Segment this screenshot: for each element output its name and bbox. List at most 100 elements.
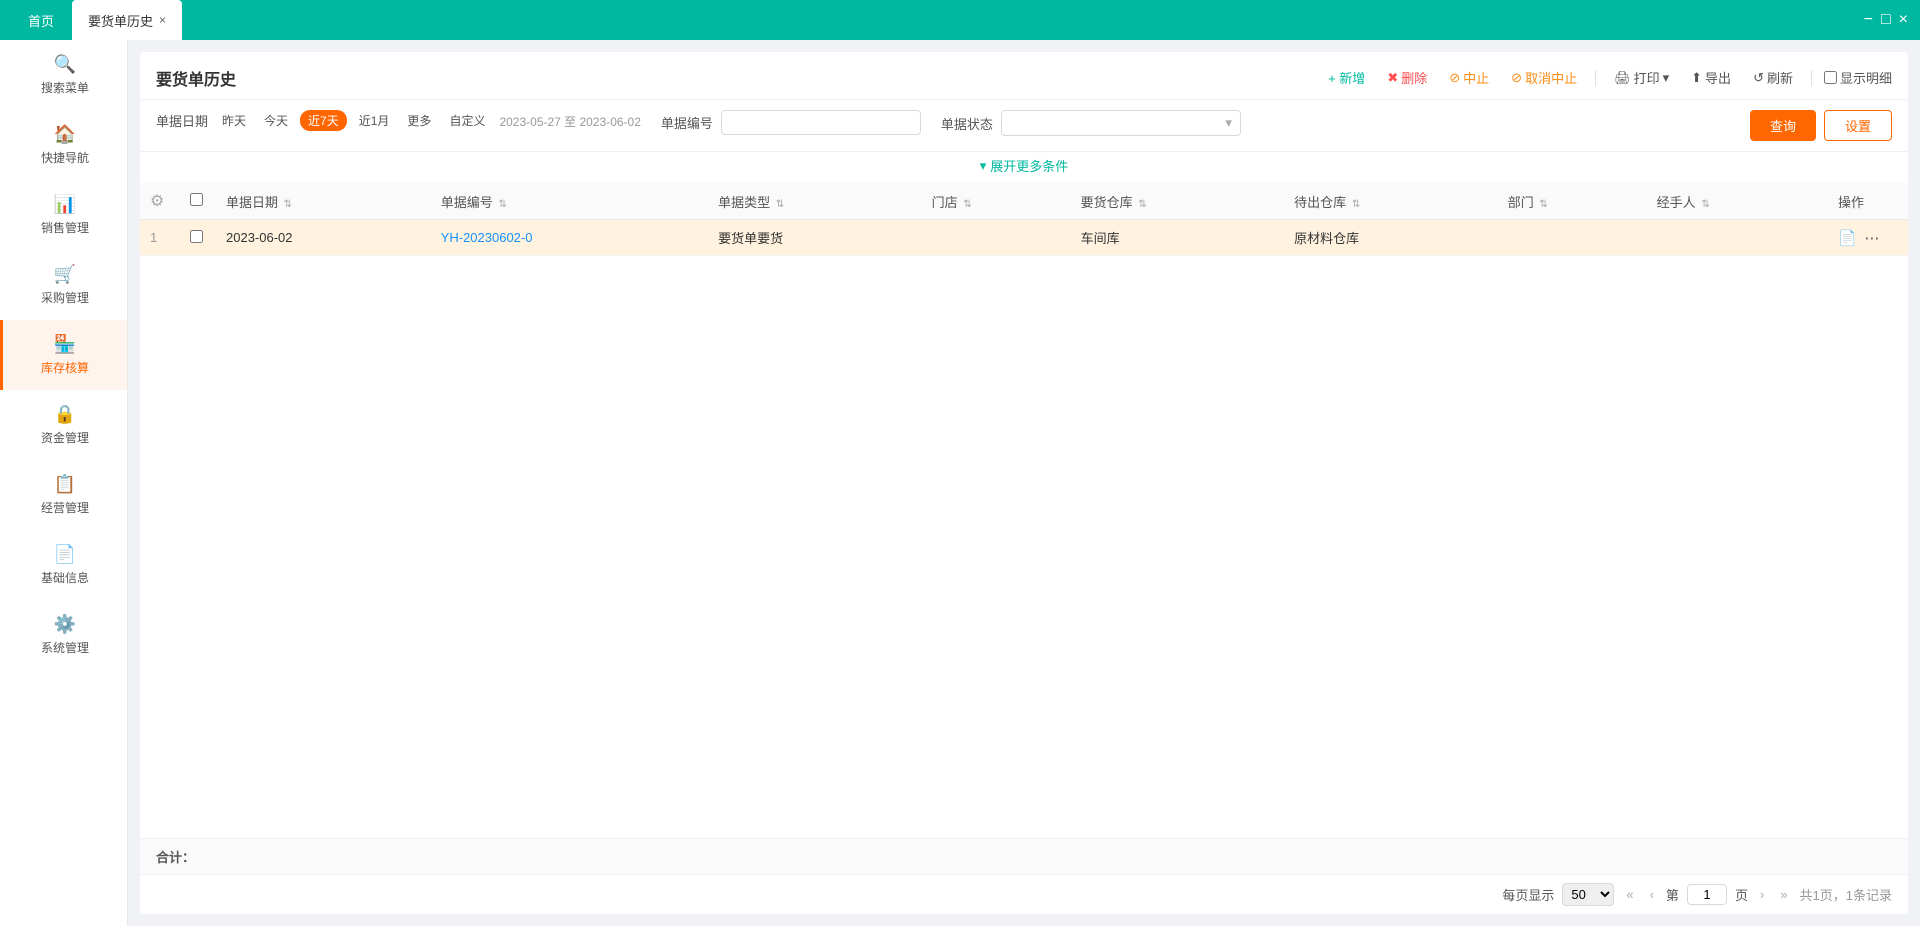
sidebar-item-sales-mgmt[interactable]: 📊 销售管理 bbox=[0, 180, 127, 250]
sidebar-item-basic-info[interactable]: 📄 基础信息 bbox=[0, 530, 127, 600]
maximize-icon[interactable]: □ bbox=[1881, 11, 1891, 29]
row-handler bbox=[1647, 220, 1828, 256]
sidebar-item-operations-mgmt[interactable]: 📋 经营管理 bbox=[0, 460, 127, 530]
select-all-checkbox[interactable] bbox=[190, 193, 203, 206]
col-doc-type: 单据类型 ⇅ bbox=[708, 183, 922, 220]
row-view-button[interactable]: 📄 bbox=[1838, 229, 1857, 247]
doc-status-filter-group: 单据状态 ▾ bbox=[941, 110, 1241, 136]
sidebar: 🔍 搜索菜单 🏠 快捷导航 📊 销售管理 🛒 采购管理 🏪 库存核算 🔒 资金管… bbox=[0, 40, 128, 926]
page-size-select[interactable]: 50 20 100 bbox=[1562, 883, 1614, 906]
sort-doc-number-icon[interactable]: ⇅ bbox=[498, 199, 506, 210]
row-doc-type: 要货单要货 bbox=[708, 220, 922, 256]
refresh-button[interactable]: ↺ 刷新 bbox=[1747, 64, 1799, 91]
print-icon: 🖨 bbox=[1614, 70, 1631, 86]
prev-page-button[interactable]: ‹ bbox=[1646, 885, 1658, 904]
sidebar-item-finance-mgmt[interactable]: 🔒 资金管理 bbox=[0, 390, 127, 460]
export-icon: ⬆ bbox=[1691, 70, 1702, 86]
date-filter-group: 单据日期 昨天 今天 近7天 近1月 更多 自定义 2023-05-27 至 2… bbox=[156, 110, 641, 131]
status-dropdown-icon: ▾ bbox=[1225, 115, 1232, 131]
finance-icon: 🔒 bbox=[54, 404, 76, 425]
page-unit: 页 bbox=[1735, 885, 1748, 904]
expand-more-button[interactable]: ▾ 展开更多条件 bbox=[156, 156, 1892, 175]
header-actions: + 新增 ✖ 删除 ⊘ 中止 ⊘ 取消中止 🖨 bbox=[1322, 64, 1892, 91]
row-store bbox=[922, 220, 1071, 256]
row-req-warehouse: 车间库 bbox=[1071, 220, 1285, 256]
doc-number-link[interactable]: YH-20230602-0 bbox=[441, 230, 533, 245]
col-pending-warehouse: 待出仓库 ⇅ bbox=[1284, 183, 1498, 220]
table-header-row: ⚙ 单据日期 ⇅ 单据编号 ⇅ bbox=[140, 183, 1908, 220]
sort-dept-icon[interactable]: ⇅ bbox=[1539, 199, 1547, 210]
table-wrapper: ⚙ 单据日期 ⇅ 单据编号 ⇅ bbox=[140, 183, 1908, 838]
top-bar: 首页 要货单历史 × − □ × bbox=[0, 0, 1920, 40]
date-custom[interactable]: 自定义 bbox=[443, 110, 491, 131]
column-settings-button[interactable]: ⚙ bbox=[150, 191, 164, 211]
date-range-display: 2023-05-27 至 2023-06-02 bbox=[499, 113, 640, 130]
date-today[interactable]: 今天 bbox=[258, 110, 294, 131]
col-doc-number: 单据编号 ⇅ bbox=[431, 183, 708, 220]
filter-settings-button[interactable]: 设置 bbox=[1824, 110, 1892, 141]
col-department: 部门 ⇅ bbox=[1498, 183, 1647, 220]
tab-home[interactable]: 首页 bbox=[12, 0, 70, 40]
doc-number-input[interactable] bbox=[721, 110, 921, 135]
date-filter-label: 单据日期 bbox=[156, 111, 208, 130]
close-window-icon[interactable]: × bbox=[1899, 11, 1908, 29]
sidebar-item-quick-nav[interactable]: 🏠 快捷导航 bbox=[0, 110, 127, 180]
display-detail-input[interactable] bbox=[1824, 71, 1837, 84]
main-layout: 🔍 搜索菜单 🏠 快捷导航 📊 销售管理 🛒 采购管理 🏪 库存核算 🔒 资金管… bbox=[0, 40, 1920, 926]
query-button[interactable]: 查询 bbox=[1750, 110, 1816, 141]
requisition-table: ⚙ 单据日期 ⇅ 单据编号 ⇅ bbox=[140, 183, 1908, 256]
next-page-button[interactable]: › bbox=[1756, 885, 1768, 904]
row-operations: 📄 ⋯ bbox=[1828, 220, 1908, 256]
first-page-button[interactable]: « bbox=[1622, 885, 1637, 904]
col-checkbox bbox=[180, 183, 216, 220]
sort-pending-warehouse-icon[interactable]: ⇅ bbox=[1352, 199, 1360, 210]
table-row: 1 2023-06-02 YH-20230602-0 要货单要货 车间库 原材料… bbox=[140, 220, 1908, 256]
date-1month[interactable]: 近1月 bbox=[353, 110, 396, 131]
filter-actions: 查询 设置 bbox=[1750, 110, 1892, 141]
inventory-icon: 🏪 bbox=[54, 334, 76, 355]
pagination: 每页显示 50 20 100 « ‹ 第 页 › » 共1页，1条记录 bbox=[140, 874, 1908, 914]
sort-doc-date-icon[interactable]: ⇅ bbox=[284, 199, 292, 210]
sort-doc-type-icon[interactable]: ⇅ bbox=[776, 199, 784, 210]
page-number-input[interactable] bbox=[1687, 884, 1727, 905]
sidebar-item-purchase-mgmt[interactable]: 🛒 采购管理 bbox=[0, 250, 127, 320]
delete-button[interactable]: ✖ 删除 bbox=[1381, 64, 1433, 91]
page-header: 要货单历史 + 新增 ✖ 删除 ⊘ 中止 ⊘ 取消中止 bbox=[140, 52, 1908, 100]
col-operation: 操作 bbox=[1828, 183, 1908, 220]
sort-handler-icon[interactable]: ⇅ bbox=[1701, 199, 1709, 210]
tab-close-icon[interactable]: × bbox=[159, 13, 166, 27]
sort-store-icon[interactable]: ⇅ bbox=[963, 199, 971, 210]
sidebar-item-search-menu[interactable]: 🔍 搜索菜单 bbox=[0, 40, 127, 110]
sidebar-item-inventory[interactable]: 🏪 库存核算 bbox=[0, 320, 127, 390]
operations-icon: 📋 bbox=[54, 474, 76, 495]
date-more[interactable]: 更多 bbox=[401, 110, 437, 131]
date-yesterday[interactable]: 昨天 bbox=[216, 110, 252, 131]
cancel-stop-button[interactable]: ⊘ 取消中止 bbox=[1505, 64, 1583, 91]
last-page-button[interactable]: » bbox=[1776, 885, 1791, 904]
sort-req-warehouse-icon[interactable]: ⇅ bbox=[1138, 199, 1146, 210]
refresh-icon: ↺ bbox=[1753, 70, 1764, 86]
doc-number-filter-group: 单据编号 bbox=[661, 110, 921, 135]
doc-status-select[interactable]: ▾ bbox=[1001, 110, 1241, 136]
stop-icon: ⊘ bbox=[1449, 70, 1460, 86]
minimize-icon[interactable]: − bbox=[1864, 11, 1873, 29]
display-detail-checkbox[interactable]: 显示明细 bbox=[1824, 68, 1892, 87]
print-dropdown-icon: ▾ bbox=[1663, 70, 1670, 86]
new-button[interactable]: + 新增 bbox=[1322, 64, 1371, 91]
row-more-button[interactable]: ⋯ bbox=[1864, 229, 1879, 247]
date-7days[interactable]: 近7天 bbox=[300, 110, 347, 131]
purchase-icon: 🛒 bbox=[54, 264, 76, 285]
page-title: 要货单历史 bbox=[156, 66, 236, 90]
tab-requisition-history[interactable]: 要货单历史 × bbox=[72, 0, 182, 40]
export-button[interactable]: ⬆ 导出 bbox=[1685, 64, 1737, 91]
doc-status-label: 单据状态 bbox=[941, 114, 993, 133]
window-controls: − □ × bbox=[1864, 11, 1908, 29]
stop-button[interactable]: ⊘ 中止 bbox=[1443, 64, 1495, 91]
sidebar-item-system-mgmt[interactable]: ⚙️ 系统管理 bbox=[0, 600, 127, 670]
col-doc-date: 单据日期 ⇅ bbox=[216, 183, 431, 220]
footer-total-label: 合计： bbox=[156, 847, 195, 866]
table-body: 1 2023-06-02 YH-20230602-0 要货单要货 车间库 原材料… bbox=[140, 220, 1908, 256]
row-checkbox[interactable] bbox=[190, 230, 203, 243]
row-pending-warehouse: 原材料仓库 bbox=[1284, 220, 1498, 256]
print-button[interactable]: 🖨 打印 ▾ bbox=[1608, 64, 1675, 91]
